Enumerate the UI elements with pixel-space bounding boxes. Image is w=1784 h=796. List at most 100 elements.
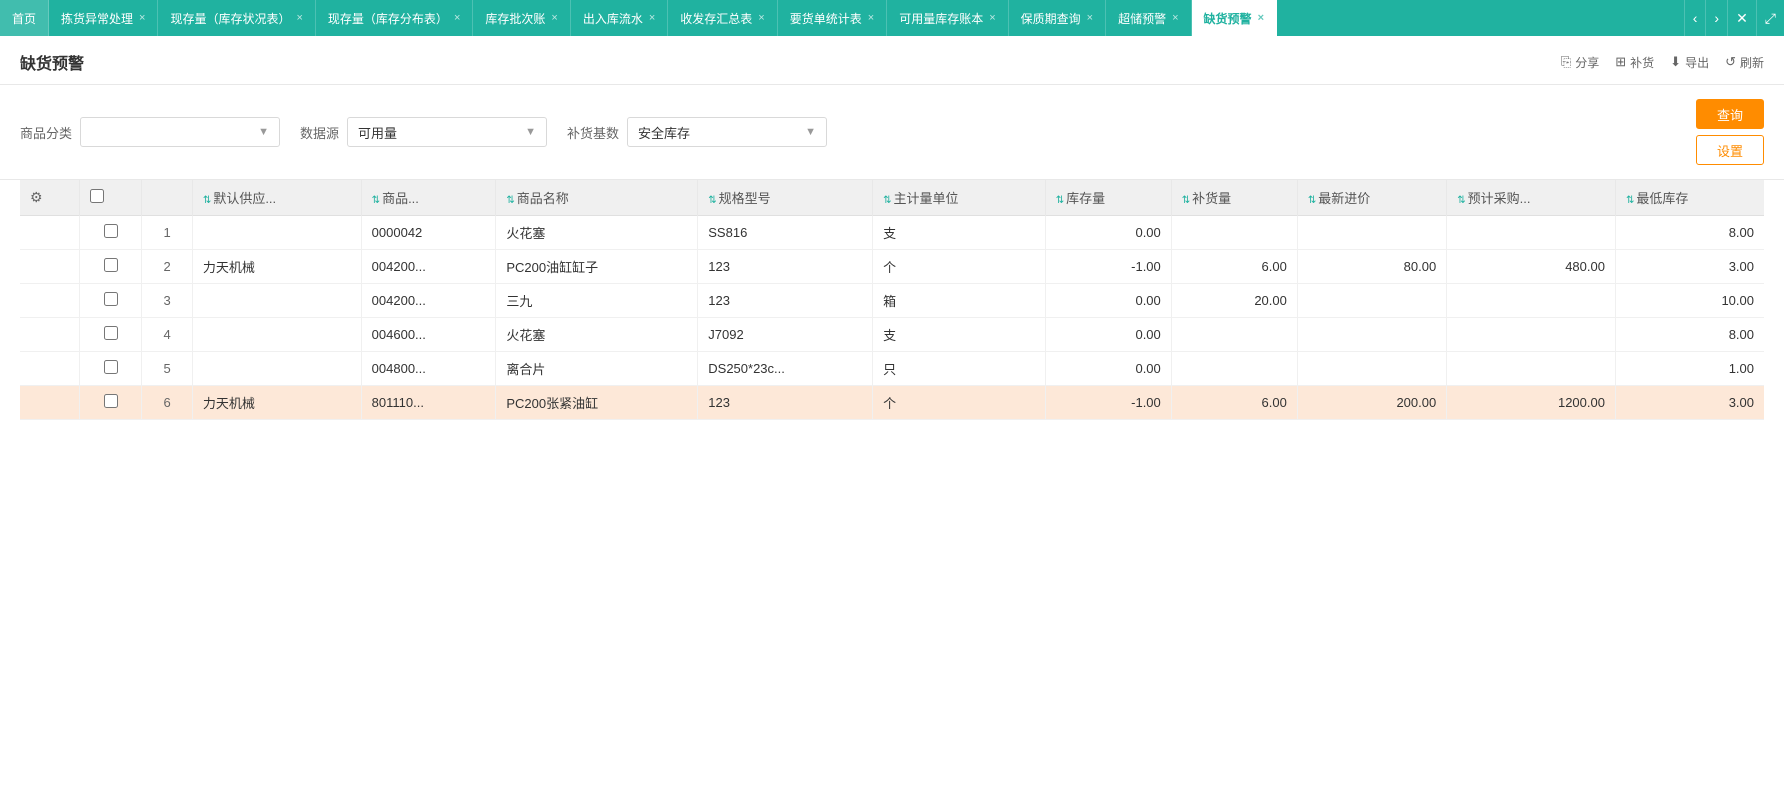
row-stock-1: 0.00 xyxy=(1045,216,1171,250)
select-all-checkbox[interactable] xyxy=(90,189,104,203)
sort-stock-icon: ⇅ xyxy=(1056,195,1064,206)
row-min-stock-3: 10.00 xyxy=(1615,284,1764,318)
row-checkbox-cell[interactable] xyxy=(79,318,142,352)
row-checkbox-cell[interactable] xyxy=(79,250,142,284)
col-code[interactable]: ⇅商品... xyxy=(361,180,496,216)
col-stock[interactable]: ⇅库存量 xyxy=(1045,180,1171,216)
col-est-purchase[interactable]: ⇅预计采购... xyxy=(1447,180,1616,216)
row-checkbox-5[interactable] xyxy=(104,360,118,374)
col-spec[interactable]: ⇅规格型号 xyxy=(698,180,873,216)
row-checkbox-cell[interactable] xyxy=(79,386,142,420)
tab-order-stat[interactable]: 要货单统计表 × xyxy=(778,0,887,36)
col-name[interactable]: ⇅商品名称 xyxy=(496,180,698,216)
filter-actions: 查询 设置 xyxy=(1696,99,1764,165)
col-unit[interactable]: ⇅主计量单位 xyxy=(873,180,1046,216)
tab-close-order-stat[interactable]: × xyxy=(868,12,874,24)
tab-close-stock-status[interactable]: × xyxy=(296,12,302,24)
sort-est-purchase-icon: ⇅ xyxy=(1457,195,1465,206)
table-wrapper: ⚙ ⇅默认供应... ⇅商品... ⇅商品名称 ⇅规格型号 ⇅主计量单位 ⇅库存… xyxy=(0,180,1784,420)
col-latest-price[interactable]: ⇅最新进价 xyxy=(1297,180,1446,216)
page-header: 缺货预警 ⎘ 分享 ⊞ 补货 ⬇ 导出 ↺ 刷新 xyxy=(0,36,1784,85)
replenish-base-select-text: 安全库存 xyxy=(638,123,801,142)
settings-button[interactable]: 设置 xyxy=(1696,135,1764,165)
tab-available[interactable]: 可用量库存账本 × xyxy=(887,0,1008,36)
sort-min-stock-icon: ⇅ xyxy=(1626,195,1634,206)
col-checkbox xyxy=(79,180,142,216)
category-select-arrow-icon: ▼ xyxy=(258,126,269,138)
tab-abnormal[interactable]: 拣货异常处理 × xyxy=(49,0,158,36)
tab-shortage[interactable]: 缺货预警 × xyxy=(1192,0,1277,36)
row-actions-cell xyxy=(20,352,79,386)
col-replenish[interactable]: ⇅补货量 xyxy=(1171,180,1297,216)
row-unit-5: 只 xyxy=(873,352,1046,386)
tab-collect[interactable]: 收发存汇总表 × xyxy=(668,0,777,36)
tab-next-btn[interactable]: › xyxy=(1705,0,1727,36)
row-checkbox-3[interactable] xyxy=(104,292,118,306)
tab-stock-status[interactable]: 现存量（库存状况表） × xyxy=(158,0,315,36)
row-latest-price-1 xyxy=(1297,216,1446,250)
main-content: 缺货预警 ⎘ 分享 ⊞ 补货 ⬇ 导出 ↺ 刷新 商品分类 xyxy=(0,36,1784,796)
tab-close-expiry[interactable]: × xyxy=(1087,12,1093,24)
row-seq-1: 1 xyxy=(142,216,193,250)
row-actions-cell xyxy=(20,284,79,318)
tab-close-overstock[interactable]: × xyxy=(1172,12,1178,24)
tab-home[interactable]: 首页 xyxy=(0,0,49,36)
tab-close-inout[interactable]: × xyxy=(649,12,655,24)
share-icon: ⎘ xyxy=(1561,54,1571,70)
row-seq-6: 6 xyxy=(142,386,193,420)
tab-close-current-btn[interactable]: ✕ xyxy=(1727,0,1756,36)
tab-inout[interactable]: 出入库流水 × xyxy=(571,0,668,36)
tab-close-abnormal[interactable]: × xyxy=(139,12,145,24)
share-button[interactable]: ⎘ 分享 xyxy=(1561,54,1599,71)
row-stock-3: 0.00 xyxy=(1045,284,1171,318)
col-min-stock[interactable]: ⇅最低库存 xyxy=(1615,180,1764,216)
row-supplier-3 xyxy=(192,284,361,318)
sort-spec-icon: ⇅ xyxy=(708,195,716,206)
row-checkbox-6[interactable] xyxy=(104,394,118,408)
tab-batch[interactable]: 库存批次账 × xyxy=(473,0,570,36)
tab-close-batch[interactable]: × xyxy=(551,12,557,24)
tab-close-stock-dist[interactable]: × xyxy=(454,12,460,24)
tab-close-available[interactable]: × xyxy=(989,12,995,24)
tab-overstock[interactable]: 超储预警 × xyxy=(1106,0,1191,36)
tab-fullscreen-btn[interactable]: ⤢ xyxy=(1756,0,1784,36)
row-checkbox-4[interactable] xyxy=(104,326,118,340)
row-checkbox-cell[interactable] xyxy=(79,352,142,386)
tab-close-shortage[interactable]: × xyxy=(1258,12,1264,24)
category-label: 商品分类 xyxy=(20,123,72,142)
sort-replenish-icon: ⇅ xyxy=(1182,195,1190,206)
replenish-base-select[interactable]: 安全库存 ▼ xyxy=(627,117,827,147)
row-checkbox-1[interactable] xyxy=(104,224,118,238)
row-replenish-2: 6.00 xyxy=(1171,250,1297,284)
row-checkbox-cell[interactable] xyxy=(79,216,142,250)
tab-expiry[interactable]: 保质期查询 × xyxy=(1009,0,1106,36)
datasource-select[interactable]: 可用量 ▼ xyxy=(347,117,547,147)
category-select[interactable]: ▼ xyxy=(80,117,280,147)
row-replenish-3: 20.00 xyxy=(1171,284,1297,318)
row-checkbox-cell[interactable] xyxy=(79,284,142,318)
row-name-5: 离合片 xyxy=(496,352,698,386)
settings-gear-icon[interactable]: ⚙ xyxy=(30,189,43,205)
row-checkbox-2[interactable] xyxy=(104,258,118,272)
row-spec-1: SS816 xyxy=(698,216,873,250)
col-supplier[interactable]: ⇅默认供应... xyxy=(192,180,361,216)
refresh-button[interactable]: ↺ 刷新 xyxy=(1725,54,1764,71)
row-name-6: PC200张紧油缸 xyxy=(496,386,698,420)
col-settings[interactable]: ⚙ xyxy=(20,180,79,216)
row-spec-3: 123 xyxy=(698,284,873,318)
tab-bar: 首页 拣货异常处理 × 现存量（库存状况表） × 现存量（库存分布表） × 库存… xyxy=(0,0,1784,36)
row-seq-4: 4 xyxy=(142,318,193,352)
tab-stock-dist[interactable]: 现存量（库存分布表） × xyxy=(316,0,473,36)
replenish-button[interactable]: ⊞ 补货 xyxy=(1615,54,1654,71)
row-actions-cell xyxy=(20,386,79,420)
export-button[interactable]: ⬇ 导出 xyxy=(1670,54,1709,71)
tab-close-collect[interactable]: × xyxy=(758,12,764,24)
replenish-base-select-arrow-icon: ▼ xyxy=(805,126,816,138)
row-supplier-6: 力天机械 xyxy=(192,386,361,420)
query-button[interactable]: 查询 xyxy=(1696,99,1764,129)
row-name-4: 火花塞 xyxy=(496,318,698,352)
table-row: 4 004600... 火花塞 J7092 支 0.00 8.00 xyxy=(20,318,1764,352)
tab-prev-btn[interactable]: ‹ xyxy=(1684,0,1706,36)
sort-supplier-icon: ⇅ xyxy=(203,195,211,206)
replenish-base-label: 补货基数 xyxy=(567,123,619,142)
